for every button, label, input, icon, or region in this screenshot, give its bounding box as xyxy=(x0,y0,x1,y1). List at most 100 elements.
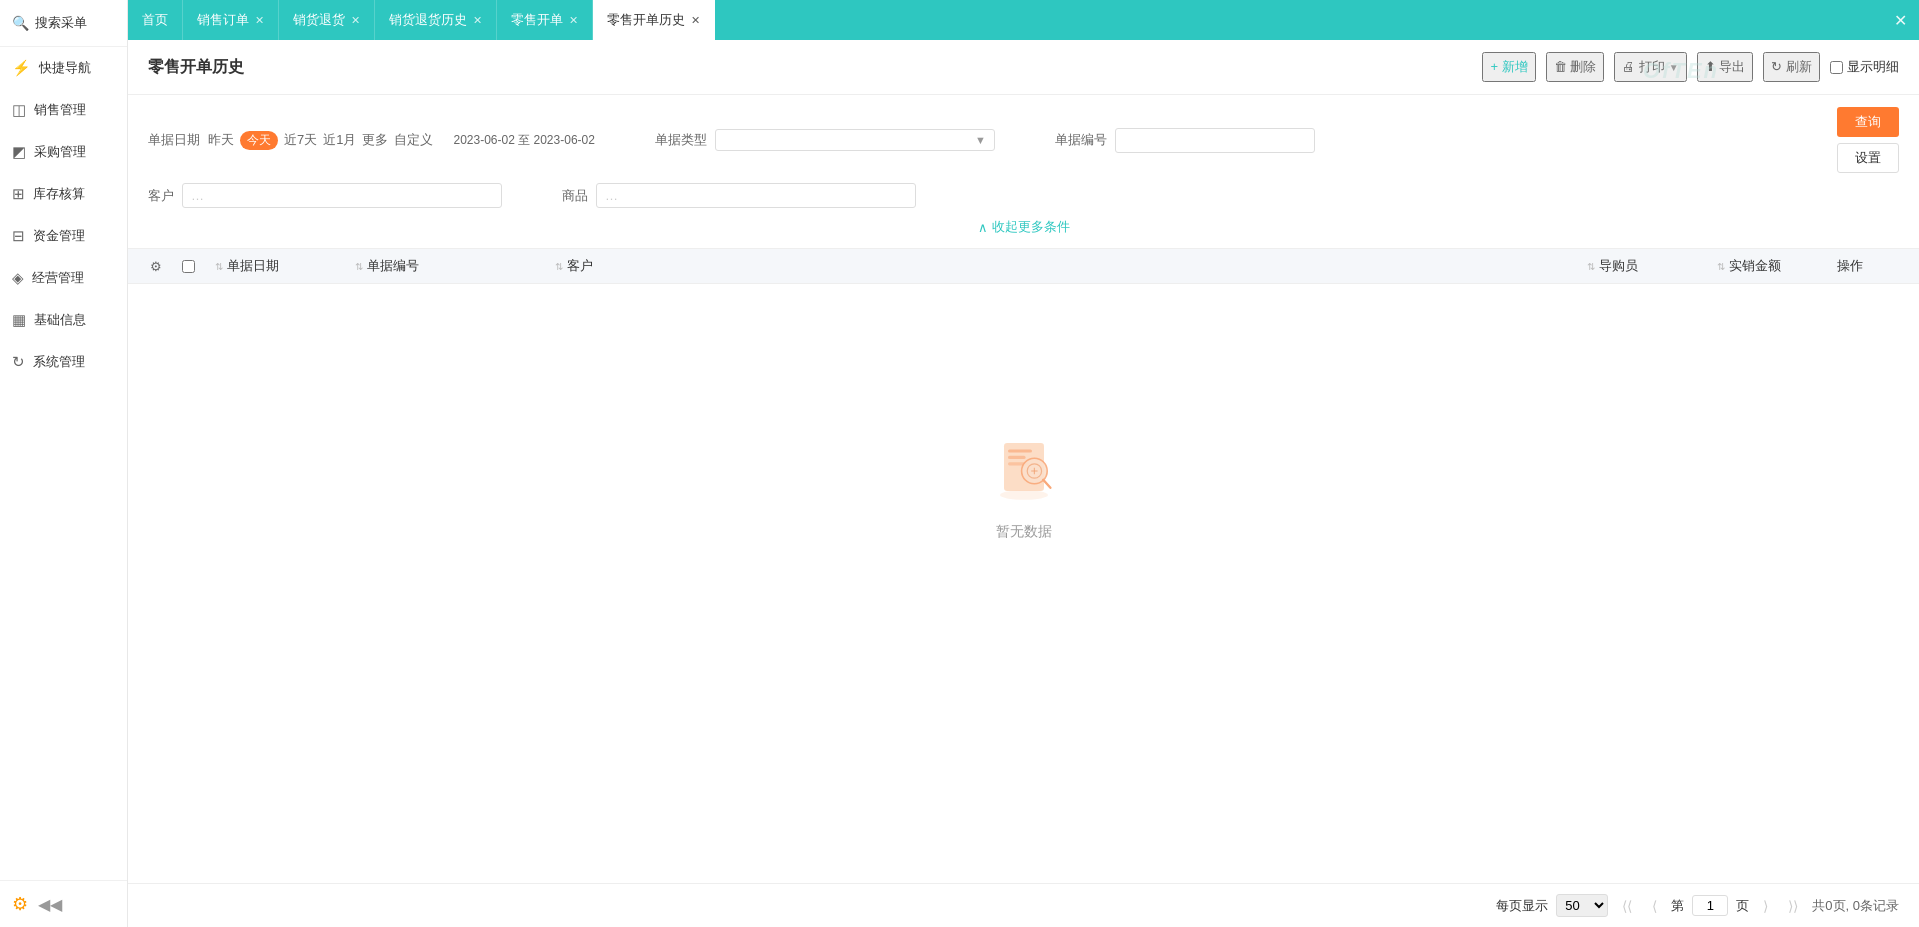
date-today[interactable]: 今天 xyxy=(240,131,278,150)
settings-button[interactable]: 设置 xyxy=(1837,143,1899,173)
col-amount-label: 实销金额 xyxy=(1729,257,1781,275)
sidebar-item-purchase-mgmt[interactable]: ◩ 采购管理 xyxy=(0,131,127,173)
customer-filter: 客户 … xyxy=(148,183,502,208)
tab-sales-return-close[interactable]: ✕ xyxy=(351,15,360,26)
goods-label: 商品 xyxy=(562,187,588,205)
settings-footer-icon[interactable]: ⚙ xyxy=(12,893,28,915)
print-button[interactable]: 🖨 打印 ▼ xyxy=(1614,52,1687,82)
doc-type-label: 单据类型 xyxy=(655,131,707,149)
delete-button-label: 🗑 删除 xyxy=(1554,58,1597,76)
select-all-checkbox[interactable] xyxy=(182,260,195,273)
sidebar-item-sys-mgmt[interactable]: ↻ 系统管理 xyxy=(0,341,127,383)
delete-button[interactable]: 🗑 删除 xyxy=(1546,52,1605,82)
print-button-label: 🖨 打印 xyxy=(1622,58,1665,76)
tab-sales-return-history[interactable]: 销货退货历史 ✕ xyxy=(375,0,497,40)
doc-type-dropdown-icon: ▼ xyxy=(975,134,986,146)
tab-bar: 首页 销售订单 ✕ 销货退货 ✕ 销货退货历史 ✕ 零售开单 ✕ 零售开单历史 … xyxy=(128,0,1919,40)
window-close-btn[interactable]: ✕ xyxy=(1894,11,1907,30)
col-guide-label: 导购员 xyxy=(1599,257,1638,275)
col-date-label: 单据日期 xyxy=(227,257,279,275)
col-checkbox[interactable] xyxy=(172,260,205,273)
filter-row-1: 单据日期 昨天 今天 近7天 近1月 更多 自定义 2023-06-02 至 2… xyxy=(148,107,1899,173)
tab-retail-open-history-label: 零售开单历史 xyxy=(607,11,685,29)
tab-home[interactable]: 首页 xyxy=(128,0,183,40)
collapse-label: 收起更多条件 xyxy=(992,218,1070,236)
date-7days[interactable]: 近7天 xyxy=(284,131,317,149)
display-detail-checkbox[interactable] xyxy=(1830,61,1843,74)
date-custom[interactable]: 自定义 xyxy=(394,131,433,149)
col-guide-sort-icon: ⇅ xyxy=(1587,261,1595,272)
date-range-text: 2023-06-02 至 2023-06-02 xyxy=(453,132,594,149)
sidebar-item-operations[interactable]: ◈ 经营管理 xyxy=(0,257,127,299)
sidebar: 🔍 搜索采单 ⚡ 快捷导航 ◫ 销售管理 ◩ 采购管理 ⊞ 库存核算 ⊟ 资金管… xyxy=(0,0,128,927)
sidebar-search[interactable]: 🔍 搜索采单 xyxy=(0,0,127,47)
sidebar-item-inventory[interactable]: ⊞ 库存核算 xyxy=(0,173,127,215)
doc-type-filter: 单据类型 ▼ xyxy=(655,129,995,151)
customer-select[interactable]: … xyxy=(182,183,502,208)
sidebar-item-sales-mgmt[interactable]: ◫ 销售管理 xyxy=(0,89,127,131)
refresh-button-label: ↻ 刷新 xyxy=(1771,58,1812,76)
goods-placeholder: … xyxy=(605,188,618,203)
col-op-label: 操作 xyxy=(1837,257,1863,275)
basic-info-icon: ▦ xyxy=(12,311,26,329)
search-icon: 🔍 xyxy=(12,15,29,31)
date-more[interactable]: 更多 xyxy=(362,131,388,149)
doc-no-input[interactable] xyxy=(1115,128,1315,153)
goods-select[interactable]: … xyxy=(596,183,916,208)
tab-sales-return-history-close[interactable]: ✕ xyxy=(473,15,482,26)
date-range-display: 2023-06-02 至 2023-06-02 xyxy=(453,132,594,149)
col-guide-header[interactable]: ⇅ 导购员 xyxy=(1577,257,1707,275)
last-page-btn[interactable]: ⟩⟩ xyxy=(1782,896,1804,916)
finance-icon: ⊟ xyxy=(12,227,25,245)
add-button-label: + 新增 xyxy=(1490,58,1527,76)
export-button-label: ⬆ 导出 xyxy=(1705,58,1746,76)
main-area: 首页 销售订单 ✕ 销货退货 ✕ 销货退货历史 ✕ 零售开单 ✕ 零售开单历史 … xyxy=(128,0,1919,927)
sidebar-item-label: 库存核算 xyxy=(33,185,85,203)
date-yesterday[interactable]: 昨天 xyxy=(208,131,234,149)
date-1month[interactable]: 近1月 xyxy=(323,131,356,149)
date-filter-label: 单据日期 xyxy=(148,131,200,149)
sidebar-search-label: 搜索采单 xyxy=(35,14,87,32)
tab-sales-order-close[interactable]: ✕ xyxy=(255,15,264,26)
sidebar-item-label: 经营管理 xyxy=(32,269,84,287)
add-button[interactable]: + 新增 xyxy=(1482,52,1535,82)
col-amount-header[interactable]: ⇅ 实销金额 xyxy=(1707,257,1827,275)
sidebar-item-quick-nav[interactable]: ⚡ 快捷导航 xyxy=(0,47,127,89)
svg-rect-3 xyxy=(1008,456,1026,459)
next-page-btn[interactable]: ⟩ xyxy=(1757,896,1774,916)
refresh-button[interactable]: ↻ 刷新 xyxy=(1763,52,1820,82)
tab-retail-open-history[interactable]: 零售开单历史 ✕ xyxy=(593,0,715,40)
sidebar-item-label: 系统管理 xyxy=(33,353,85,371)
empty-text: 暂无数据 xyxy=(996,523,1052,541)
sidebar-item-finance[interactable]: ⊟ 资金管理 xyxy=(0,215,127,257)
tab-retail-open[interactable]: 零售开单 ✕ xyxy=(497,0,593,40)
first-page-btn[interactable]: ⟨⟨ xyxy=(1616,896,1638,916)
doc-type-select[interactable]: ▼ xyxy=(715,129,995,151)
prev-page-btn[interactable]: ⟨ xyxy=(1646,896,1663,916)
page-number-input[interactable] xyxy=(1692,895,1728,916)
tab-sales-return[interactable]: 销货退货 ✕ xyxy=(279,0,375,40)
page-header: 零售开单历史 + 新增 🗑 删除 🖨 打印 ▼ ⬆ 导出 ↻ 刷新 显示明细 xyxy=(128,40,1919,95)
col-customer-header[interactable]: ⇅ 客户 xyxy=(545,257,1577,275)
table-header: ⚙ ⇅ 单据日期 ⇅ 单据编号 ⇅ 客户 ⇅ 导购员 ⇅ 实销金额 xyxy=(128,249,1919,284)
print-dropdown-icon[interactable]: ▼ xyxy=(1669,62,1679,73)
sidebar-item-label: 快捷导航 xyxy=(39,59,91,77)
sales-icon: ◫ xyxy=(12,101,26,119)
pagination-bar: 每页显示 50 10 20 100 ⟨⟨ ⟨ 第 页 ⟩ ⟩⟩ 共0页, 0条记… xyxy=(128,883,1919,927)
sidebar-item-basic-info[interactable]: ▦ 基础信息 xyxy=(0,299,127,341)
tab-retail-open-close[interactable]: ✕ xyxy=(569,15,578,26)
tab-retail-open-history-close[interactable]: ✕ xyxy=(691,15,700,26)
tab-sales-order[interactable]: 销售订单 ✕ xyxy=(183,0,279,40)
export-button[interactable]: ⬆ 导出 xyxy=(1697,52,1754,82)
col-amount-sort-icon: ⇅ xyxy=(1717,261,1725,272)
total-info: 共0页, 0条记录 xyxy=(1812,897,1899,915)
col-settings[interactable]: ⚙ xyxy=(140,259,172,274)
tab-sales-return-history-label: 销货退货历史 xyxy=(389,11,467,29)
collapse-sidebar-icon[interactable]: ◀◀ xyxy=(38,895,62,914)
query-button[interactable]: 查询 xyxy=(1837,107,1899,137)
per-page-select[interactable]: 50 10 20 100 xyxy=(1556,894,1608,917)
col-date-header[interactable]: ⇅ 单据日期 xyxy=(205,257,345,275)
doc-no-filter: 单据编号 xyxy=(1055,128,1315,153)
collapse-filter-btn[interactable]: ∧ 收起更多条件 xyxy=(148,218,1899,236)
col-no-header[interactable]: ⇅ 单据编号 xyxy=(345,257,545,275)
